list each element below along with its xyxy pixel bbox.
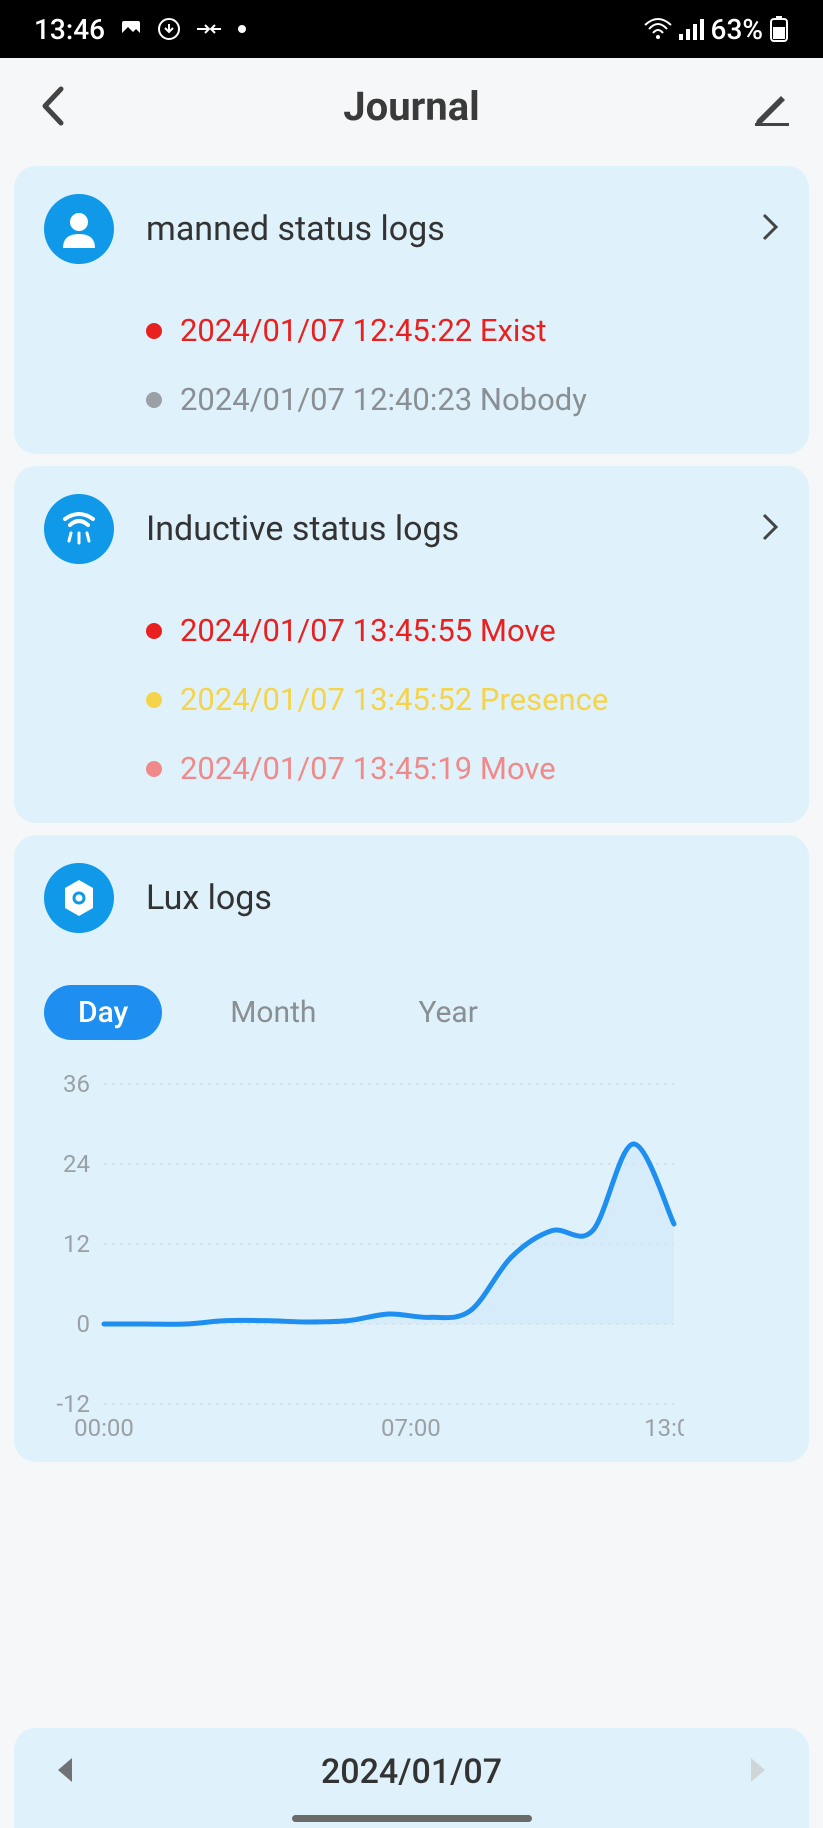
person-icon xyxy=(44,194,114,264)
lux-chart: -12012243600:0007:0013:00 xyxy=(44,1074,779,1444)
svg-text:13:00: 13:00 xyxy=(644,1414,684,1442)
dot-icon xyxy=(237,24,247,34)
card-header: Inductive status logs xyxy=(44,494,779,564)
log-item: 2024/01/07 13:45:19 Move xyxy=(146,750,779,787)
tab-row: Day Month Year xyxy=(44,985,779,1040)
next-date-button[interactable] xyxy=(749,1756,769,1788)
back-icon xyxy=(39,85,65,127)
status-dot-icon xyxy=(146,392,162,408)
log-list: 2024/01/07 13:45:55 Move 2024/01/07 13:4… xyxy=(44,564,779,787)
status-dot-icon xyxy=(146,623,162,639)
svg-text:07:00: 07:00 xyxy=(381,1414,441,1442)
status-left: 13:46 xyxy=(34,13,247,46)
download-icon xyxy=(157,17,181,41)
tab-year[interactable]: Year xyxy=(384,985,511,1040)
status-bar: 13:46 63% xyxy=(0,0,823,58)
svg-text:0: 0 xyxy=(77,1310,91,1338)
svg-text:24: 24 xyxy=(63,1150,90,1178)
page-title: Journal xyxy=(343,83,479,130)
prev-date-button[interactable] xyxy=(54,1756,74,1788)
sensor-icon xyxy=(44,494,114,564)
card-title: Inductive status logs xyxy=(146,509,729,549)
svg-text:36: 36 xyxy=(63,1074,90,1098)
back-button[interactable] xyxy=(28,82,76,130)
signal-icon xyxy=(679,18,705,40)
edit-icon xyxy=(751,86,791,126)
header: Journal xyxy=(0,58,823,154)
status-dot-icon xyxy=(146,761,162,777)
log-text: 2024/01/07 13:45:55 Move xyxy=(180,612,556,649)
chevron-right-icon xyxy=(761,212,779,246)
wifi-icon xyxy=(643,17,673,41)
edit-button[interactable] xyxy=(747,82,795,130)
tab-month[interactable]: Month xyxy=(196,985,350,1040)
manned-status-card[interactable]: manned status logs 2024/01/07 12:45:22 E… xyxy=(14,166,809,454)
triangle-right-icon xyxy=(749,1756,769,1784)
chevron-right-icon xyxy=(761,512,779,546)
card-title: manned status logs xyxy=(146,209,729,249)
image-icon xyxy=(119,17,143,41)
home-indicator xyxy=(292,1815,532,1822)
log-item: 2024/01/07 13:45:55 Move xyxy=(146,612,779,649)
battery-icon xyxy=(769,15,789,43)
log-list: 2024/01/07 12:45:22 Exist 2024/01/07 12:… xyxy=(44,264,779,418)
sync-icon xyxy=(195,19,223,39)
log-text: 2024/01/07 13:45:19 Move xyxy=(180,750,556,787)
status-battery: 63% xyxy=(711,13,763,46)
log-text: 2024/01/07 13:45:52 Presence xyxy=(180,681,608,718)
triangle-left-icon xyxy=(54,1756,74,1784)
log-text: 2024/01/07 12:45:22 Exist xyxy=(180,312,547,349)
inductive-status-card[interactable]: Inductive status logs 2024/01/07 13:45:5… xyxy=(14,466,809,823)
status-dot-icon xyxy=(146,692,162,708)
log-text: 2024/01/07 12:40:23 Nobody xyxy=(180,381,587,418)
settings-hex-icon xyxy=(44,863,114,933)
svg-text:12: 12 xyxy=(63,1230,90,1258)
log-item: 2024/01/07 13:45:52 Presence xyxy=(146,681,779,718)
card-title: Lux logs xyxy=(146,878,779,918)
lux-logs-card: Lux logs Day Month Year -12012243600:000… xyxy=(14,835,809,1462)
card-header: Lux logs xyxy=(44,863,779,933)
svg-text:00:00: 00:00 xyxy=(74,1414,134,1442)
tab-day[interactable]: Day xyxy=(44,985,162,1040)
log-item: 2024/01/07 12:45:22 Exist xyxy=(146,312,779,349)
status-time: 13:46 xyxy=(34,13,105,46)
card-header: manned status logs xyxy=(44,194,779,264)
status-right: 63% xyxy=(643,13,789,46)
date-navigator: 2024/01/07 xyxy=(14,1728,809,1828)
date-label: 2024/01/07 xyxy=(321,1752,502,1792)
status-dot-icon xyxy=(146,323,162,339)
log-item: 2024/01/07 12:40:23 Nobody xyxy=(146,381,779,418)
